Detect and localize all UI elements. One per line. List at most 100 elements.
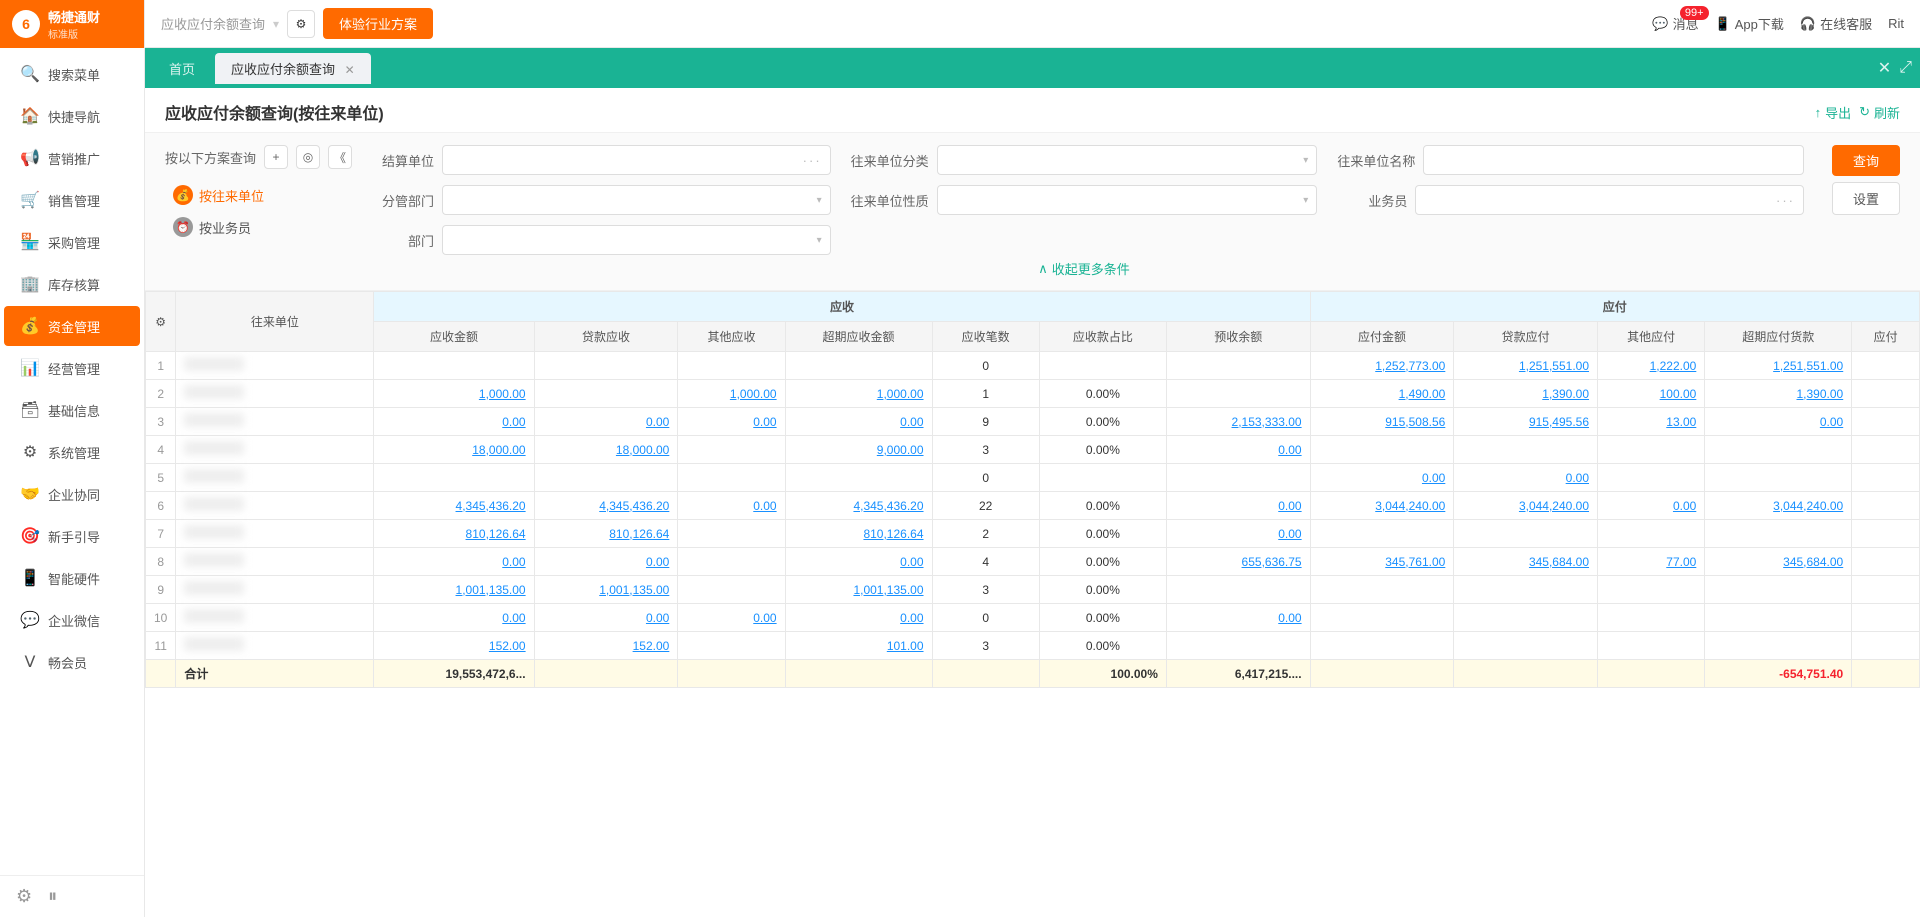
filter-target-button[interactable]: ◎ bbox=[296, 145, 320, 169]
partner-type-chevron-icon: ▾ bbox=[1303, 155, 1308, 166]
th-pay-loan: 贷款应付 bbox=[1454, 322, 1598, 352]
promo-button[interactable]: 体验行业方案 bbox=[323, 8, 433, 39]
footer-pay-other bbox=[1598, 660, 1705, 688]
sidebar-item-guide[interactable]: 🎯 新手引导 bbox=[4, 516, 140, 556]
settings-icon[interactable]: ⚙ bbox=[16, 886, 32, 907]
sidebar-item-wechat[interactable]: 💬 企业微信 bbox=[4, 600, 140, 640]
sidebar-item-label: 系统管理 bbox=[48, 443, 100, 462]
page-header-actions: ↑ 导出 ↻ 刷新 bbox=[1815, 103, 1900, 122]
partner-type-input[interactable]: ▾ bbox=[937, 145, 1318, 175]
marketing-icon: 📢 bbox=[20, 148, 40, 168]
salesman-input[interactable]: ··· bbox=[1415, 185, 1804, 215]
sidebar-item-member[interactable]: Ⅴ 畅会员 bbox=[4, 642, 140, 682]
table-footer-row: 合计 19,553,472,6... 100.00% 6,417,215.... bbox=[146, 660, 1920, 688]
footer-pay-loan bbox=[1454, 660, 1598, 688]
subdept-label: 部门 bbox=[364, 231, 434, 250]
th-recv-prepay: 预收余额 bbox=[1166, 322, 1310, 352]
sidebar-item-marketing[interactable]: 📢 营销推广 bbox=[4, 138, 140, 178]
tree-item-label: 按往来单位 bbox=[199, 186, 264, 205]
sidebar-item-fund[interactable]: 💰 资金管理 bbox=[4, 306, 140, 346]
filter-grid: 结算单位 ··· 往来单位分类 ▾ bbox=[364, 145, 1804, 255]
sidebar-item-inventory[interactable]: 🏢 库存核算 bbox=[4, 264, 140, 304]
sidebar-item-sales[interactable]: 🛒 销售管理 bbox=[4, 180, 140, 220]
collapse-filter-button[interactable]: ∧ 收起更多条件 bbox=[364, 259, 1804, 278]
tab-maximize-icon[interactable]: ⤢ bbox=[1899, 59, 1912, 77]
message-button[interactable]: 💬 消息 99+ bbox=[1652, 14, 1698, 33]
dept-label: 分管部门 bbox=[364, 191, 434, 210]
sidebar: 6 畅捷通财 标准版 🔍 搜索菜单🏠 快捷导航📢 营销推广🛒 销售管理🏪 采购管… bbox=[0, 0, 145, 917]
system-icon: ⚙ bbox=[20, 442, 40, 462]
th-recv-loan: 贷款应收 bbox=[534, 322, 678, 352]
filter-fields: 结算单位 ··· 往来单位分类 ▾ bbox=[364, 145, 1804, 278]
settlement-dots-icon: ··· bbox=[803, 153, 822, 168]
table-area[interactable]: ⚙ 往来单位 应收 应付 应收金额 贷款应收 其他应收 超期应收金额 应收笔数 … bbox=[145, 291, 1920, 917]
table-row: 64,345,436.204,345,436.200.004,345,436.2… bbox=[146, 492, 1920, 520]
filter-tree-item-unit[interactable]: 💰 按往来单位 bbox=[165, 181, 352, 209]
subdept-chevron-icon: ▾ bbox=[817, 235, 822, 246]
filter-add-button[interactable]: + bbox=[264, 145, 288, 169]
table-row: 30.000.000.000.0090.00%2,153,333.00915,5… bbox=[146, 408, 1920, 436]
sidebar-item-operation[interactable]: 📊 经营管理 bbox=[4, 348, 140, 388]
tab-controls: ✕ ⤢ bbox=[1878, 58, 1912, 78]
filter-field-settlement: 结算单位 ··· bbox=[364, 145, 831, 175]
toggle-icon[interactable]: ⏸ bbox=[48, 886, 57, 907]
footer-recv-overdue bbox=[785, 660, 932, 688]
tree-staff-icon: ⏰ bbox=[173, 217, 193, 237]
subdept-input[interactable]: ▾ bbox=[442, 225, 831, 255]
dept-input[interactable]: ▾ bbox=[442, 185, 831, 215]
refresh-button[interactable]: ↻ 刷新 bbox=[1859, 103, 1900, 122]
filter-field-subdept: 部门 ▾ bbox=[364, 225, 831, 255]
sidebar-item-nav[interactable]: 🏠 快捷导航 bbox=[4, 96, 140, 136]
sidebar-item-search[interactable]: 🔍 搜索菜单 bbox=[4, 54, 140, 94]
footer-pay-tail bbox=[1852, 660, 1920, 688]
sidebar-item-purchase[interactable]: 🏪 采购管理 bbox=[4, 222, 140, 262]
query-buttons: 查询 设置 bbox=[1832, 145, 1900, 215]
app-download-button[interactable]: 📱 App下载 bbox=[1715, 14, 1784, 33]
sidebar-item-coop[interactable]: 🤝 企业协同 bbox=[4, 474, 140, 514]
filter-collapse-button[interactable]: 《 bbox=[328, 145, 352, 169]
table-settings-header[interactable]: ⚙ bbox=[146, 292, 176, 352]
settlement-input[interactable]: ··· bbox=[442, 145, 831, 175]
sidebar-item-label: 企业协同 bbox=[48, 485, 100, 504]
partner-nature-input[interactable]: ▾ bbox=[937, 185, 1318, 215]
th-recv-other: 其他应收 bbox=[678, 322, 785, 352]
filter-field-dept: 分管部门 ▾ bbox=[364, 185, 831, 215]
filter-scheme-label: 按以下方案查询 bbox=[165, 148, 256, 167]
guide-icon: 🎯 bbox=[20, 526, 40, 546]
sidebar-logo: 6 畅捷通财 标准版 bbox=[0, 0, 144, 48]
settings-button[interactable]: 设置 bbox=[1832, 182, 1900, 215]
tab-close-button[interactable]: ✕ bbox=[345, 63, 355, 77]
sidebar-item-basic[interactable]: 🗃 基础信息 bbox=[4, 390, 140, 430]
table-partner-header: 往来单位 bbox=[176, 292, 374, 352]
query-button[interactable]: 查询 bbox=[1832, 145, 1900, 176]
topbar-settings-button[interactable]: ⚙ bbox=[287, 10, 315, 38]
filter-tree-item-staff[interactable]: ⏰ 按业务员 bbox=[165, 213, 352, 241]
sidebar-item-system[interactable]: ⚙ 系统管理 bbox=[4, 432, 140, 472]
tab-close-window-icon[interactable]: ✕ bbox=[1878, 58, 1891, 78]
user-name[interactable]: Rit bbox=[1888, 16, 1904, 31]
online-service-button[interactable]: 🎧 在线客服 bbox=[1800, 14, 1872, 33]
export-button[interactable]: ↑ 导出 bbox=[1815, 103, 1852, 122]
footer-recv-prepay: 6,417,215.... bbox=[1166, 660, 1310, 688]
partner-name-input[interactable] bbox=[1423, 145, 1804, 175]
table-row: 418,000.0018,000.009,000.0030.00%0.00 bbox=[146, 436, 1920, 464]
salesman-dots-icon: ··· bbox=[1776, 193, 1795, 208]
table-payable-group-header: 应付 bbox=[1310, 292, 1919, 322]
th-recv-amount: 应收金额 bbox=[374, 322, 534, 352]
th-pay-other: 其他应付 bbox=[1598, 322, 1705, 352]
sidebar-bottom: ⚙ ⏸ bbox=[0, 875, 144, 917]
sidebar-item-hardware[interactable]: 📱 智能硬件 bbox=[4, 558, 140, 598]
filter-field-salesman: 业务员 ··· bbox=[1337, 185, 1804, 215]
tab-query[interactable]: 应收应付余额查询 ✕ bbox=[215, 53, 371, 84]
footer-recv-ratio: 100.00% bbox=[1039, 660, 1166, 688]
partner-type-label: 往来单位分类 bbox=[851, 151, 929, 170]
main-content: 首页 应收应付余额查询 ✕ ✕ ⤢ 应收应付余额查询(按往来单位) ↑ 导出 ↻… bbox=[145, 48, 1920, 917]
table-row: 91,001,135.001,001,135.001,001,135.0030.… bbox=[146, 576, 1920, 604]
tab-home[interactable]: 首页 bbox=[153, 53, 211, 84]
refresh-icon: ↻ bbox=[1859, 104, 1870, 120]
filter-field-partner-type: 往来单位分类 ▾ bbox=[851, 145, 1318, 175]
search-icon: 🔍 bbox=[20, 64, 40, 84]
th-recv-ratio: 应收款占比 bbox=[1039, 322, 1166, 352]
export-icon: ↑ bbox=[1815, 105, 1822, 120]
filter-field-partner-nature: 往来单位性质 ▾ bbox=[851, 185, 1318, 215]
